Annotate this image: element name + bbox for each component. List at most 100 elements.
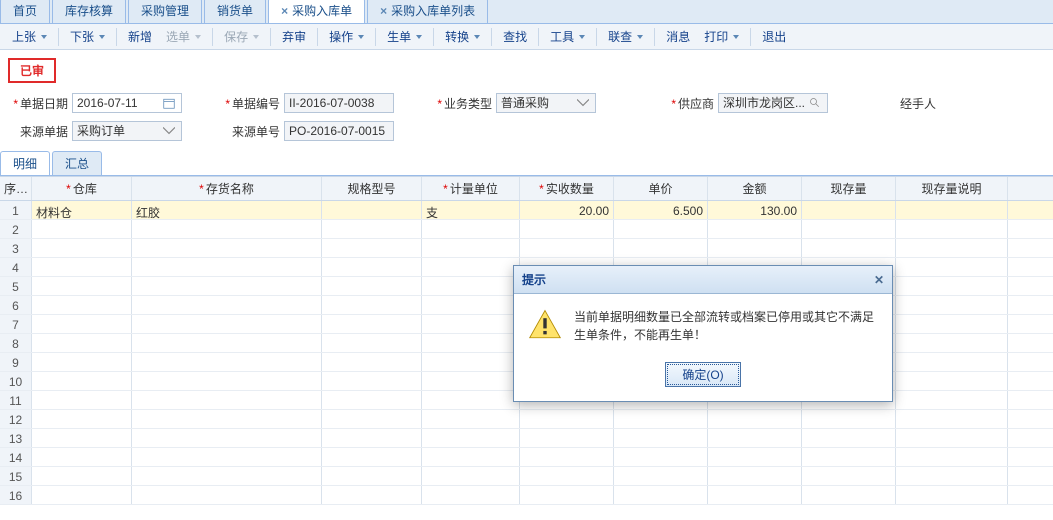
table-row[interactable]: 13 [0,429,1053,448]
cell-seq[interactable]: 3 [0,239,32,257]
close-icon[interactable]: × [380,4,387,18]
cell-name[interactable] [132,391,322,409]
cell-unit[interactable] [422,486,520,504]
new-button[interactable]: 新增 [122,25,158,48]
supplier-input[interactable]: 深圳市龙岗区... [718,93,828,113]
exit-button[interactable]: 退出 [756,25,792,48]
cell-wh[interactable] [32,372,132,390]
biz-type-select[interactable]: 普通采购 [496,93,596,113]
next-button[interactable]: 下张 [64,25,111,48]
cell-spec[interactable] [322,429,422,447]
cell-seq[interactable]: 2 [0,220,32,238]
find-button[interactable]: 查找 [497,25,533,48]
handler-input[interactable] [940,93,1030,113]
cell-qty[interactable] [520,410,614,428]
cell-unit[interactable] [422,220,520,238]
table-row[interactable]: 12 [0,410,1053,429]
cell-unit[interactable] [422,429,520,447]
cell-wh[interactable] [32,220,132,238]
cell-wh[interactable] [32,486,132,504]
cell-unit[interactable] [422,448,520,466]
col-spec[interactable]: 规格型号 [322,177,422,200]
cell-spec[interactable] [322,277,422,295]
cell-seq[interactable]: 14 [0,448,32,466]
cell-seq[interactable]: 5 [0,277,32,295]
cell-seq[interactable]: 11 [0,391,32,409]
cell-note[interactable] [896,467,1008,485]
cell-note[interactable] [896,239,1008,257]
lookup-button[interactable]: 联查 [602,25,649,48]
cell-note[interactable] [896,220,1008,238]
cell-seq[interactable]: 7 [0,315,32,333]
cell-seq[interactable]: 10 [0,372,32,390]
cell-price[interactable] [614,429,708,447]
cell-wh[interactable] [32,448,132,466]
cell-wh[interactable]: 材料仓 [32,201,132,219]
cell-wh[interactable] [32,315,132,333]
table-row[interactable]: 3 [0,239,1053,258]
cell-stock[interactable] [802,467,896,485]
cell-seq[interactable]: 12 [0,410,32,428]
cell-note[interactable] [896,334,1008,352]
cell-seq[interactable]: 1 [0,201,32,219]
close-icon[interactable]: × [281,4,288,18]
dialog-titlebar[interactable]: 提示 ✕ [514,266,892,294]
cell-wh[interactable] [32,277,132,295]
table-row[interactable]: 1材料仓红胶支20.006.500130.00 [0,201,1053,220]
tab-sales[interactable]: 销货单 [204,0,266,23]
cell-qty[interactable] [520,239,614,257]
convert-button[interactable]: 转换 [439,25,486,48]
cell-unit[interactable] [422,353,520,371]
tab-purchase[interactable]: 采购管理 [128,0,202,23]
col-seq[interactable]: 序号 [0,177,32,200]
cell-name[interactable] [132,410,322,428]
cell-unit[interactable] [422,239,520,257]
cell-unit[interactable] [422,372,520,390]
search-icon[interactable] [807,95,823,111]
col-amount[interactable]: 金额 [708,177,802,200]
cell-wh[interactable] [32,467,132,485]
cell-spec[interactable] [322,258,422,276]
cell-price[interactable]: 6.500 [614,201,708,219]
generate-button[interactable]: 生单 [381,25,428,48]
cell-spec[interactable] [322,239,422,257]
cell-unit[interactable] [422,296,520,314]
operate-button[interactable]: 操作 [323,25,370,48]
col-note[interactable]: 现存量说明 [896,177,1008,200]
cell-wh[interactable] [32,258,132,276]
cell-price[interactable] [614,220,708,238]
cell-wh[interactable] [32,334,132,352]
cell-amt[interactable] [708,467,802,485]
cell-seq[interactable]: 8 [0,334,32,352]
prev-button[interactable]: 上张 [6,25,53,48]
cell-note[interactable] [896,372,1008,390]
cell-spec[interactable] [322,315,422,333]
cell-wh[interactable] [32,353,132,371]
cell-name[interactable] [132,372,322,390]
cell-note[interactable] [896,410,1008,428]
cell-qty[interactable]: 20.00 [520,201,614,219]
cell-unit[interactable] [422,258,520,276]
cell-stock[interactable] [802,486,896,504]
cell-qty[interactable] [520,486,614,504]
cell-name[interactable] [132,467,322,485]
cell-qty[interactable] [520,429,614,447]
abandon-button[interactable]: 弃审 [276,25,312,48]
bill-date-input[interactable]: 2016-07-11 [72,93,182,113]
tab-inventory[interactable]: 库存核算 [52,0,126,23]
cell-spec[interactable] [322,372,422,390]
table-row[interactable]: 15 [0,467,1053,486]
cell-spec[interactable] [322,448,422,466]
cell-note[interactable] [896,486,1008,504]
cell-note[interactable] [896,315,1008,333]
cell-amt[interactable] [708,410,802,428]
cell-note[interactable] [896,429,1008,447]
cell-amt[interactable]: 130.00 [708,201,802,219]
calendar-icon[interactable] [161,95,177,111]
cell-name[interactable] [132,315,322,333]
cell-price[interactable] [614,486,708,504]
col-stock[interactable]: 现存量 [802,177,896,200]
tab-purchase-in[interactable]: ×采购入库单 [268,0,365,23]
cell-spec[interactable] [322,334,422,352]
print-button[interactable]: 打印 [698,25,745,48]
